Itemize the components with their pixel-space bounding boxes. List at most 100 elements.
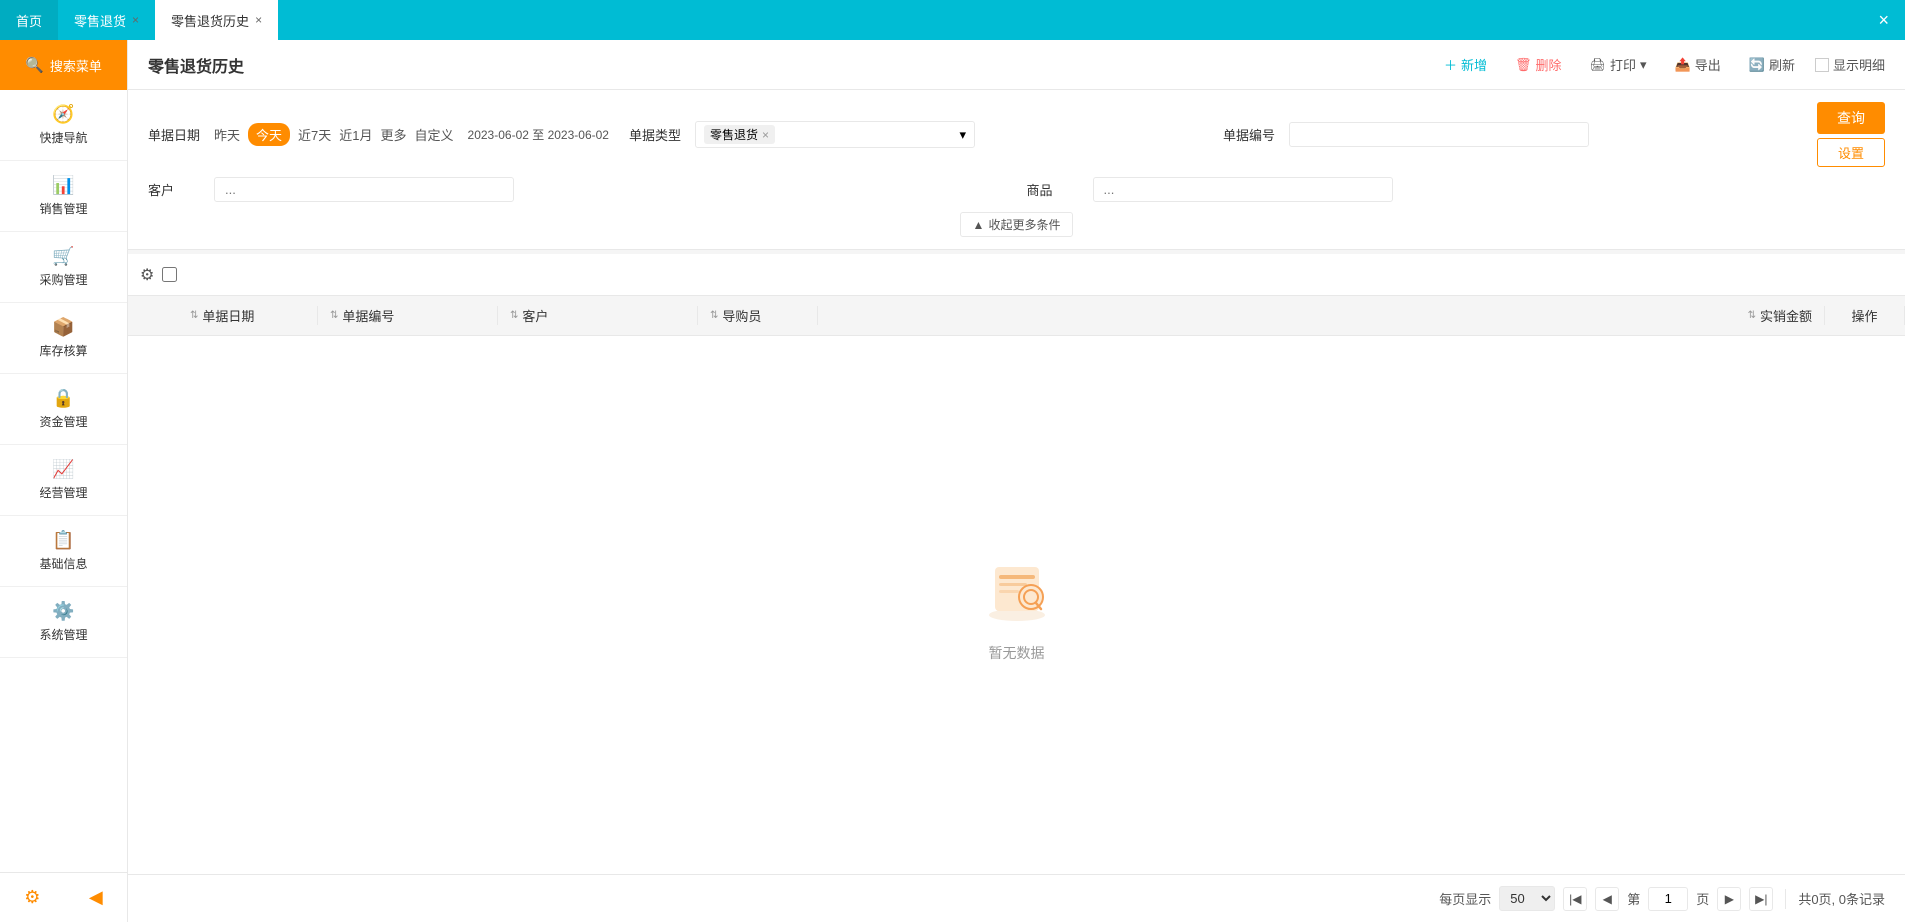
- basic-info-icon: 📋: [52, 530, 74, 551]
- sidebar-item-basic-info[interactable]: 📋 基础信息: [0, 516, 127, 587]
- tab-retail-return-history-close[interactable]: ×: [255, 13, 262, 27]
- sidebar-nav: 🧭 快捷导航 📊 销售管理 🛒 采购管理 📦 库存核算 🔒 资金管理 📈: [0, 90, 127, 872]
- table-header: ⇅ 单据日期 ⇅ 单据编号 ⇅ 客户 ⇅ 导购员 ⇅ 实销金额: [128, 296, 1905, 336]
- collapse-sidebar-icon[interactable]: ◀: [89, 887, 103, 908]
- th-customer-sort: ⇅: [510, 310, 518, 321]
- settings-icon[interactable]: ⚙: [24, 887, 40, 908]
- page-title: 零售退货历史: [148, 53, 244, 77]
- refresh-button[interactable]: 🔄 刷新: [1741, 51, 1803, 78]
- export-button[interactable]: 📤 导出: [1667, 51, 1729, 78]
- query-button[interactable]: 查询: [1817, 102, 1885, 134]
- type-tag-label: 零售退货: [710, 126, 758, 143]
- new-button[interactable]: ＋ 新增: [1436, 51, 1495, 78]
- filter-buttons: 查询 设置: [1817, 102, 1885, 167]
- number-filter-input[interactable]: [1289, 122, 1589, 147]
- new-label: 新增: [1461, 55, 1487, 74]
- tab-retail-return-close[interactable]: ×: [132, 13, 139, 27]
- page-number-input[interactable]: 1: [1648, 887, 1688, 911]
- tab-retail-return-history[interactable]: 零售退货历史 ×: [155, 0, 278, 40]
- delete-button[interactable]: 🗑 删除: [1507, 51, 1570, 78]
- select-all-checkbox[interactable]: [162, 267, 177, 282]
- date-opt-more[interactable]: 更多: [381, 125, 407, 144]
- table-settings-icon[interactable]: ⚙: [140, 265, 154, 285]
- sidebar-search[interactable]: 🔍 搜索菜单: [0, 40, 127, 90]
- print-dropdown-icon: ▾: [1640, 57, 1647, 73]
- th-customer[interactable]: ⇅ 客户: [498, 306, 698, 325]
- date-filter-group: 单据日期 昨天 今天 近7天 近1月 更多 自定义 2023-06-02 至 2…: [148, 123, 609, 146]
- goods-filter-group: 商品: [1027, 177, 1886, 202]
- sidebar-item-finance-label: 资金管理: [39, 413, 87, 430]
- customer-filter-group: 客户: [148, 177, 1007, 202]
- sidebar-item-sales-mgmt[interactable]: 📊 销售管理: [0, 161, 127, 232]
- show-detail-toggle[interactable]: 显示明细: [1815, 55, 1885, 74]
- page-size-select[interactable]: 10 20 50 100: [1499, 886, 1555, 911]
- setting-button[interactable]: 设置: [1817, 138, 1885, 167]
- empty-illustration: [977, 547, 1057, 627]
- sidebar-search-label: 搜索菜单: [50, 56, 102, 75]
- refresh-label: 刷新: [1769, 55, 1795, 74]
- th-amount[interactable]: ⇅ 实销金额: [818, 306, 1825, 325]
- date-opt-yesterday[interactable]: 昨天: [214, 125, 240, 144]
- export-label: 导出: [1695, 55, 1721, 74]
- sidebar-bottom: ⚙ ◀: [0, 872, 127, 922]
- export-icon: 📤: [1675, 57, 1691, 73]
- new-icon: ＋: [1444, 55, 1457, 74]
- show-detail-checkbox[interactable]: [1815, 58, 1829, 72]
- first-page-btn[interactable]: |◀: [1563, 887, 1587, 911]
- goods-filter-input[interactable]: [1093, 177, 1393, 202]
- sidebar-item-purchase-mgmt[interactable]: 🛒 采购管理: [0, 232, 127, 303]
- delete-icon: 🗑: [1515, 57, 1532, 73]
- date-opt-7days[interactable]: 近7天: [298, 125, 331, 144]
- date-opt-custom[interactable]: 自定义: [415, 125, 454, 144]
- goods-filter-label: 商品: [1027, 180, 1083, 199]
- tab-home[interactable]: 首页: [0, 0, 58, 40]
- type-tag-close[interactable]: ×: [762, 128, 769, 142]
- date-opt-1month[interactable]: 近1月: [339, 125, 372, 144]
- date-filter-label: 单据日期: [148, 125, 204, 144]
- date-options: 昨天 今天 近7天 近1月 更多 自定义: [214, 123, 454, 146]
- sidebar-item-sys-mgmt[interactable]: ⚙️ 系统管理: [0, 587, 127, 658]
- th-guide[interactable]: ⇅ 导购员: [698, 306, 818, 325]
- sidebar-item-inventory-label: 库存核算: [39, 342, 87, 359]
- type-filter-dropdown[interactable]: 零售退货 × ▾: [695, 121, 975, 148]
- tab-retail-return-label: 零售退货: [74, 11, 126, 30]
- empty-state: 暂无数据: [128, 336, 1905, 874]
- collapse-label: 收起更多条件: [988, 216, 1060, 233]
- date-range-display: 2023-06-02 至 2023-06-02: [468, 126, 609, 143]
- sidebar-item-sales-label: 销售管理: [39, 200, 87, 217]
- print-button[interactable]: 🖨 打印 ▾: [1582, 51, 1655, 78]
- collapse-icon: ▲: [973, 218, 985, 232]
- customer-filter-input[interactable]: [214, 177, 514, 202]
- collapse-bar: ▲ 收起更多条件: [148, 212, 1885, 237]
- th-operation: 操作: [1825, 306, 1905, 325]
- th-number[interactable]: ⇅ 单据编号: [318, 306, 498, 325]
- total-label: 共0页, 0条记录: [1798, 889, 1885, 908]
- page-header: 零售退货历史 ＋ 新增 🗑 删除 🖨 打印 ▾ 📤 导出: [128, 40, 1905, 90]
- window-close-btn[interactable]: ×: [1878, 10, 1889, 31]
- pagination: 每页显示 10 20 50 100 |◀ ◀ 第 1 页 ▶ ▶| 共0页, 0…: [128, 874, 1905, 922]
- table-area: ⚙ ⇅ 单据日期 ⇅ 单据编号 ⇅ 客户 ⇅: [128, 254, 1905, 922]
- search-icon: 🔍: [25, 56, 44, 74]
- sidebar-item-finance[interactable]: 🔒 资金管理: [0, 374, 127, 445]
- delete-label: 删除: [1536, 55, 1562, 74]
- th-date[interactable]: ⇅ 单据日期: [178, 306, 318, 325]
- number-filter-label: 单据编号: [1223, 125, 1279, 144]
- sidebar-item-quick-nav[interactable]: 🧭 快捷导航: [0, 90, 127, 161]
- sidebar-item-inventory[interactable]: 📦 库存核算: [0, 303, 127, 374]
- show-detail-label: 显示明细: [1833, 55, 1885, 74]
- last-page-btn[interactable]: ▶|: [1749, 887, 1773, 911]
- customer-filter-label: 客户: [148, 180, 204, 199]
- table-toolbar: ⚙: [128, 254, 1905, 296]
- collapse-btn[interactable]: ▲ 收起更多条件: [960, 212, 1074, 237]
- prev-page-btn[interactable]: ◀: [1595, 887, 1619, 911]
- print-label: 打印: [1610, 55, 1636, 74]
- tab-retail-return[interactable]: 零售退货 ×: [58, 0, 155, 40]
- th-number-label: 单据编号: [342, 306, 394, 325]
- sidebar-item-ops[interactable]: 📈 经营管理: [0, 445, 127, 516]
- tab-home-label: 首页: [16, 11, 42, 30]
- th-date-label: 单据日期: [202, 306, 254, 325]
- date-opt-today[interactable]: 今天: [248, 123, 290, 146]
- main-layout: 🔍 搜索菜单 🧭 快捷导航 📊 销售管理 🛒 采购管理 📦 库存核算 🔒: [0, 40, 1905, 922]
- next-page-btn[interactable]: ▶: [1717, 887, 1741, 911]
- filter-row-1: 单据日期 昨天 今天 近7天 近1月 更多 自定义 2023-06-02 至 2…: [148, 102, 1885, 167]
